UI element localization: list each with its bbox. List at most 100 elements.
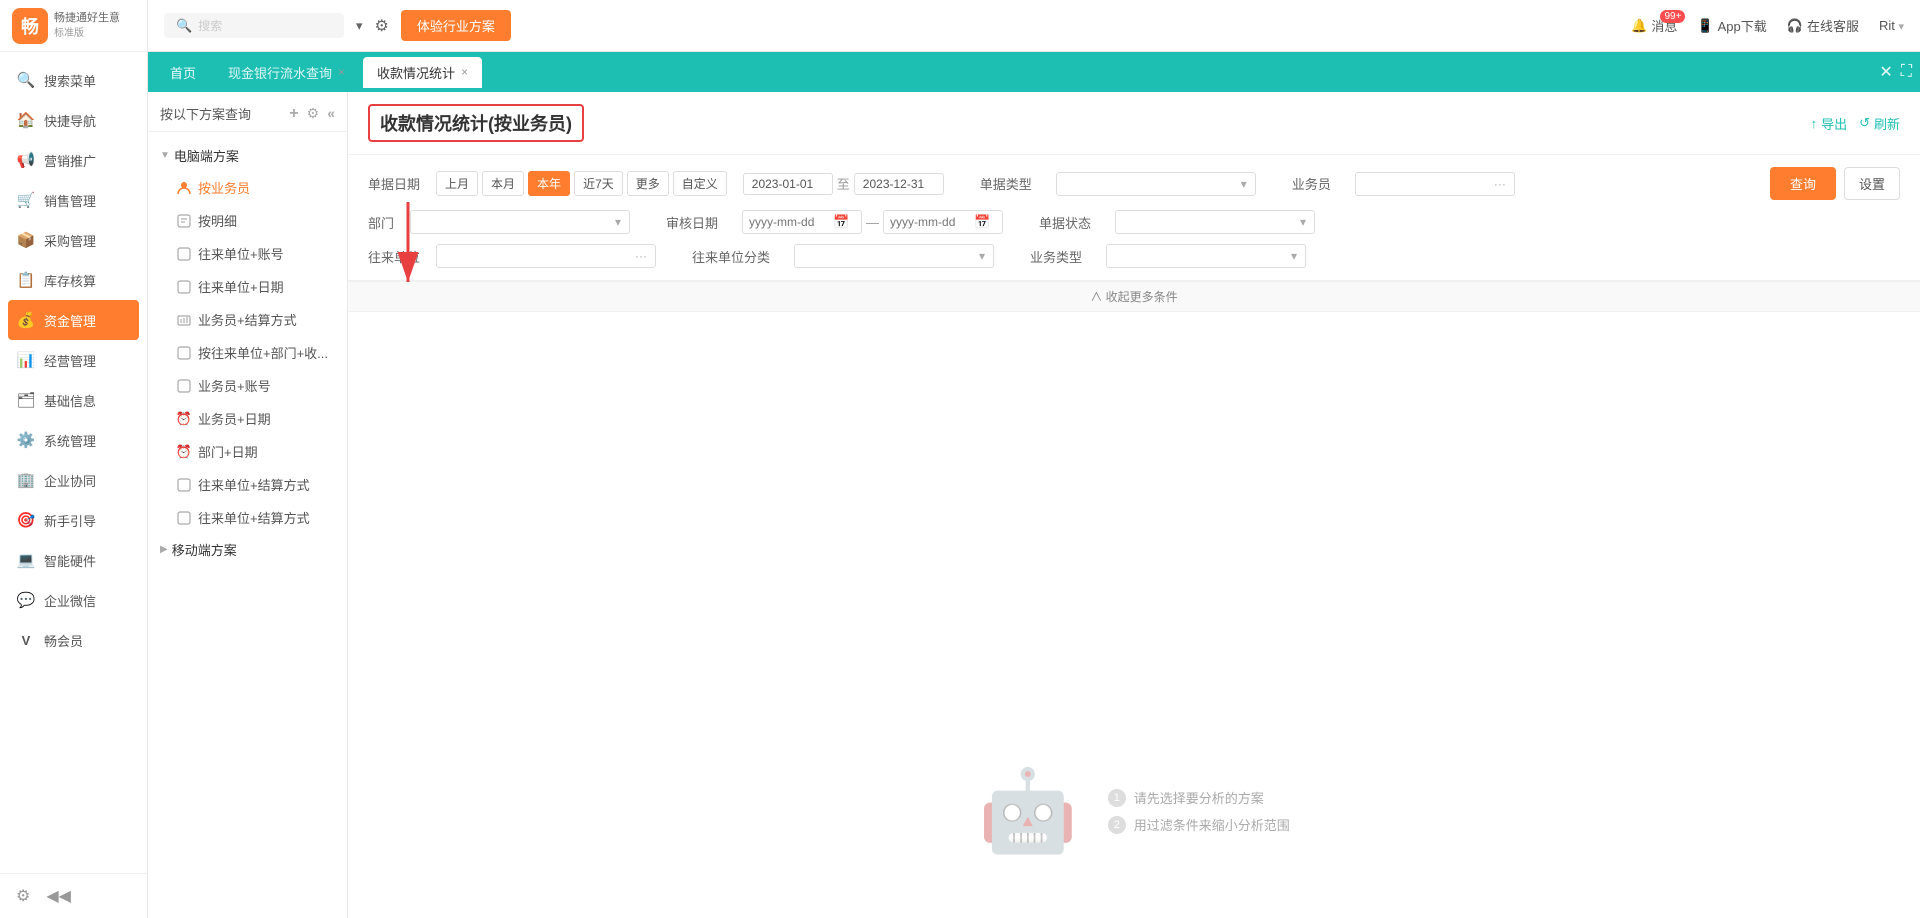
doc-type-label: 单据类型 [980,174,1032,193]
app-download-button[interactable]: 📱 App下载 [1697,16,1766,35]
panel-collapse-icon[interactable]: « [327,105,335,123]
top-header: 🔍 搜索 ▾ ⚙ 体验行业方案 🔔 消息 99+ 📱 App下载 🎧 在线客服 … [148,0,1920,52]
sidebar-item-marketing[interactable]: 📢 营销推广 [0,140,147,180]
list-item-partner-date[interactable]: 往来单位+日期 [148,270,347,303]
trial-button[interactable]: 体验行业方案 [401,10,511,41]
partner-date-icon [176,279,192,295]
doc-type-select[interactable]: ▾ [1056,172,1256,196]
review-end-input[interactable] [890,215,970,229]
dept-date-icon: ⏰ [176,444,192,460]
partner-label: 往来单位 [368,247,420,266]
last-month-btn[interactable]: 上月 [436,171,478,196]
pc-arrow-icon: ▾ [979,249,985,263]
settings-button[interactable]: 设置 [1844,167,1900,200]
sidebar-item-finance[interactable]: 💰 资金管理 [8,300,139,340]
section-expand-icon: ▼ [160,150,170,161]
tab-bank[interactable]: 现金银行流水查询 × [214,57,359,88]
list-item-partner-settle2[interactable]: 往来单位+结算方式 [148,501,347,534]
inventory-icon: 📋 [16,270,36,290]
sidebar-item-operation[interactable]: 📊 经营管理 [0,340,147,380]
review-start-field[interactable]: 📅 [742,210,862,234]
collapse-bar[interactable]: ∧ 收起更多条件 [348,281,1920,312]
collapse-sidebar-icon[interactable]: ◀◀ [46,886,71,906]
sidebar-item-shortcut[interactable]: 🏠 快捷导航 [0,100,147,140]
user-menu[interactable]: Rit ▾ [1879,18,1904,33]
close-bank-tab-icon[interactable]: × [338,65,345,79]
message-button[interactable]: 🔔 消息 99+ [1631,16,1677,35]
logo-text: 畅捷通好生意 标准版 [54,11,120,40]
panel-settings-icon[interactable]: ⚙ [307,105,320,123]
desktop-section: ▼ 电脑端方案 按业务员 按明细 [148,140,347,534]
logo-icon: 畅 [12,8,48,44]
sidebar-item-wechat[interactable]: 💬 企业微信 [0,580,147,620]
sidebar-item-basic[interactable]: 🗂 基础信息 [0,380,147,420]
calendar-start-icon[interactable]: 📅 [833,214,849,230]
list-item-dept-date[interactable]: ⏰ 部门+日期 [148,435,347,468]
7days-btn[interactable]: 近7天 [574,171,623,196]
online-service-button[interactable]: 🎧 在线客服 [1787,16,1859,35]
review-date-label: 审核日期 [666,213,718,232]
detail-icon [176,213,192,229]
list-item-by-detail[interactable]: 按明细 [148,204,347,237]
calendar-end-icon[interactable]: 📅 [974,214,990,230]
header-gear-icon[interactable]: ⚙ [375,16,389,36]
desktop-section-title[interactable]: ▼ 电脑端方案 [148,140,347,171]
partner-select[interactable]: ··· [436,244,656,268]
date-end-input[interactable]: 2023-12-31 [854,173,944,195]
fullscreen-icon[interactable]: ⛶ [1901,63,1912,81]
sidebar-item-member[interactable]: V 畅会员 [0,620,147,660]
filter-row-3: 往来单位 ··· 往来单位分类 ▾ 业务类型 ▾ [368,244,1900,268]
custom-btn[interactable]: 自定义 [673,171,727,196]
sp-account-icon [176,378,192,394]
tab-home[interactable]: 首页 [156,57,210,88]
partner-category-select[interactable]: ▾ [794,244,994,268]
main-area: 🔍 搜索 ▾ ⚙ 体验行业方案 🔔 消息 99+ 📱 App下载 🎧 在线客服 … [148,0,1920,918]
sidebar-item-sales[interactable]: 🛒 销售管理 [0,180,147,220]
sidebar-item-search[interactable]: 🔍 搜索菜单 [0,60,147,100]
partner-dept-icon [176,345,192,361]
home-icon: 🏠 [16,110,36,130]
refresh-button[interactable]: ↺ 刷新 [1859,114,1900,133]
query-button[interactable]: 查询 [1770,167,1836,200]
close-collection-tab-icon[interactable]: × [461,65,468,79]
mobile-section-title[interactable]: ▶ 移动端方案 [148,534,347,565]
tip-1: 1 请先选择要分析的方案 [1108,788,1290,807]
filter-row-1: 单据日期 上月 本月 本年 近7天 更多 自定义 2023-01-01 至 20… [368,167,1900,200]
purchase-icon: 📦 [16,230,36,250]
panel-icon-group: + ⚙ « [289,105,335,123]
this-year-btn[interactable]: 本年 [528,171,570,196]
close-all-tabs-icon[interactable]: ✕ [1879,62,1892,82]
review-start-input[interactable] [749,215,829,229]
sidebar-item-inventory[interactable]: 📋 库存核算 [0,260,147,300]
list-item-by-salesperson[interactable]: 按业务员 [148,171,347,204]
biz-type-select[interactable]: ▾ [1106,244,1306,268]
bt-arrow-icon: ▾ [1291,249,1297,263]
salesperson-select[interactable]: ··· [1355,172,1515,196]
review-end-field[interactable]: 📅 [883,210,1003,234]
sidebar-item-purchase[interactable]: 📦 采购管理 [0,220,147,260]
sidebar-item-corp[interactable]: 🏢 企业协同 [0,460,147,500]
header-search-box: 🔍 搜索 [164,13,344,38]
dept-select[interactable]: ▾ [410,210,630,234]
more-btn[interactable]: 更多 [627,171,669,196]
content-area: 🤖 1 请先选择要分析的方案 2 用过滤条件来缩小分析范围 [348,312,1920,918]
list-item-partner-settle1[interactable]: 往来单位+结算方式 [148,468,347,501]
settings-bottom-icon[interactable]: ⚙ [16,886,30,906]
basic-icon: 🗂 [16,390,36,410]
list-item-salesperson-date[interactable]: ⏰ 业务员+日期 [148,402,347,435]
list-item-salesperson-settle[interactable]: 业务员+结算方式 [148,303,347,336]
date-start-input[interactable]: 2023-01-01 [743,173,833,195]
sidebar-item-hardware[interactable]: 💻 智能硬件 [0,540,147,580]
panel-add-icon[interactable]: + [289,105,298,123]
mobile-section: ▶ 移动端方案 [148,534,347,565]
tab-collection[interactable]: 收款情况统计 × [363,57,482,88]
list-item-partner-dept[interactable]: 按往来单位+部门+收... [148,336,347,369]
sidebar-item-system[interactable]: ⚙️ 系统管理 [0,420,147,460]
this-month-btn[interactable]: 本月 [482,171,524,196]
export-button[interactable]: ↑ 导出 [1811,114,1848,133]
sidebar-item-guide[interactable]: 🎯 新手引导 [0,500,147,540]
list-item-partner-account[interactable]: 往来单位+账号 [148,237,347,270]
list-item-salesperson-account[interactable]: 业务员+账号 [148,369,347,402]
header-dropdown-icon[interactable]: ▾ [356,18,363,34]
doc-status-select[interactable]: ▾ [1115,210,1315,234]
